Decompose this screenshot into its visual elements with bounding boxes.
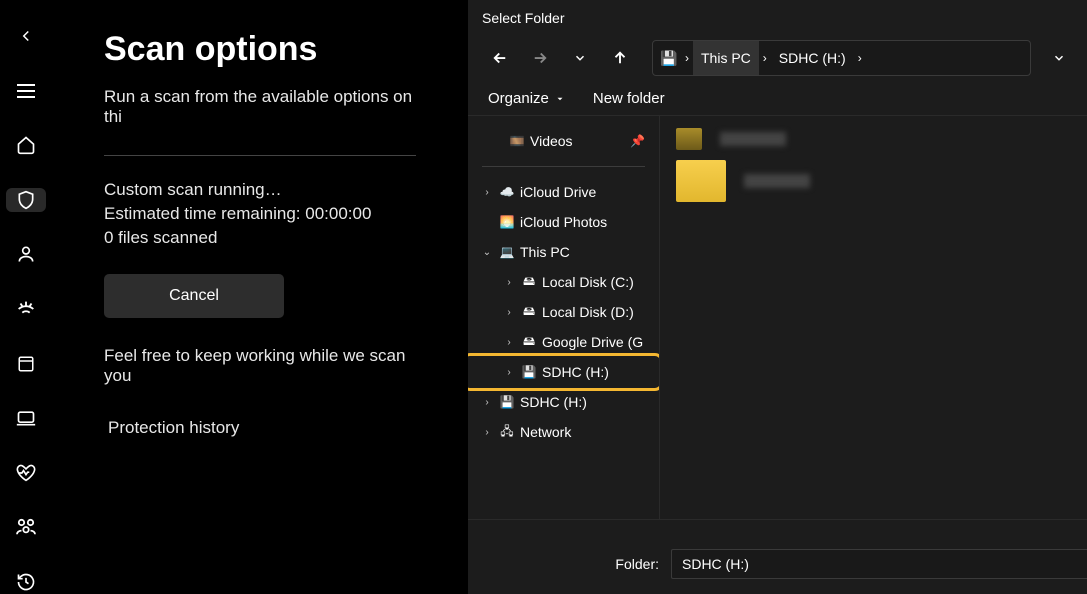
wifi-icon[interactable] [6,297,46,322]
chevron-right-icon[interactable]: › [681,51,693,65]
crumb-sdhc[interactable]: SDHC (H:) [771,41,854,75]
account-icon[interactable] [6,242,46,267]
background-scan-note: Feel free to keep working while we scan … [104,346,416,386]
organize-menu[interactable]: Organize [488,90,565,107]
heart-icon[interactable] [6,460,46,485]
history-icon[interactable] [6,569,46,594]
device-icon[interactable] [6,406,46,431]
folder-row[interactable] [676,128,1071,150]
dialog-body: ›🎞️Videos📌 ›☁️iCloud Drive ›🌅iCloud Phot… [468,115,1087,520]
scan-options-page: Scan options Run a scan from the availab… [52,0,468,594]
folder-content[interactable] [660,116,1087,519]
tree-separator [482,166,645,167]
expander-icon[interactable]: › [502,337,516,348]
disk-icon: 🖴 [520,304,538,320]
pc-icon: 💻 [498,244,516,260]
folder-name-redacted [720,132,786,146]
back-icon[interactable] [6,24,46,49]
tree-item-videos[interactable]: ›🎞️Videos📌 [468,126,659,156]
tree-item-gdrive[interactable]: ›🖴Google Drive (G [468,327,659,357]
expander-icon[interactable]: › [480,187,494,198]
protection-history-link[interactable]: Protection history [104,418,416,438]
nav-up-icon[interactable] [602,40,638,76]
dialog-title: Select Folder [468,0,1087,34]
disk-icon: 🖴 [520,274,538,290]
dialog-footer: Folder: [468,520,1087,594]
shield-icon[interactable] [6,188,46,213]
organize-label: Organize [488,90,549,107]
chevron-down-icon[interactable] [1041,40,1077,76]
expander-icon[interactable]: › [502,277,516,288]
expander-open-icon[interactable]: ⌄ [480,247,494,258]
expander-icon[interactable]: › [502,307,516,318]
icloud-drive-icon: ☁️ [498,184,516,200]
browser-icon[interactable] [6,351,46,376]
crumb-this-pc[interactable]: This PC [693,41,759,75]
tree-item-network[interactable]: ›🖧Network [468,417,659,447]
pin-icon[interactable]: 📌 [630,134,645,148]
eta-value: 00:00:00 [305,204,371,223]
eta-label: Estimated time remaining: [104,204,301,223]
tree-item-this-pc[interactable]: ⌄💻This PC [468,237,659,267]
folder-row[interactable] [676,160,1071,202]
folder-field-label: Folder: [615,556,659,572]
family-icon[interactable] [6,515,46,540]
sd-card-icon: 💾 [498,394,516,410]
page-description: Run a scan from the available options on… [104,87,416,127]
dialog-toolbar: Organize New folder [468,82,1087,115]
sd-card-icon: 💾 [520,364,538,380]
select-folder-dialog: Select Folder 💾 › This PC › SDHC (H:) › … [468,0,1087,594]
expander-icon[interactable]: › [480,397,494,408]
scan-status-eta: Estimated time remaining: 00:00:00 [104,204,416,224]
expander-icon[interactable]: › [502,367,516,378]
chevron-right-icon[interactable]: › [854,51,866,65]
scan-status-running: Custom scan running… [104,180,416,200]
nav-back-icon[interactable] [482,40,518,76]
tree-item-sdhc-selected[interactable]: ›💾SDHC (H:) [468,357,659,387]
folder-name-input[interactable] [671,549,1087,579]
tree-item-local-c[interactable]: ›🖴Local Disk (C:) [468,267,659,297]
network-icon: 🖧 [498,424,516,440]
folder-icon [676,160,726,202]
videos-icon: 🎞️ [508,133,526,149]
menu-icon[interactable] [6,79,46,104]
folder-tree: ›🎞️Videos📌 ›☁️iCloud Drive ›🌅iCloud Phot… [468,116,660,519]
drive-icon: 💾 [657,50,681,67]
app-left-rail [0,0,52,594]
address-bar[interactable]: 💾 › This PC › SDHC (H:) › [652,40,1031,76]
tree-item-icloud-photos[interactable]: ›🌅iCloud Photos [468,207,659,237]
disk-icon: 🖴 [520,334,538,350]
expander-icon[interactable]: › [480,427,494,438]
tree-item-sdhc[interactable]: ›💾SDHC (H:) [468,387,659,417]
page-title: Scan options [104,30,416,69]
divider [104,155,416,156]
home-icon[interactable] [6,133,46,158]
folder-icon [676,128,702,150]
chevron-right-icon[interactable]: › [759,51,771,65]
new-folder-button[interactable]: New folder [593,90,665,107]
icloud-photos-icon: 🌅 [498,214,516,230]
cancel-button[interactable]: Cancel [104,274,284,318]
scan-status-files: 0 files scanned [104,228,416,248]
nav-bar: 💾 › This PC › SDHC (H:) › [468,34,1087,82]
nav-recent-dropdown-icon[interactable] [562,40,598,76]
tree-item-local-d[interactable]: ›🖴Local Disk (D:) [468,297,659,327]
tree-item-icloud-drive[interactable]: ›☁️iCloud Drive [468,177,659,207]
nav-forward-icon[interactable] [522,40,558,76]
folder-name-redacted [744,174,810,188]
